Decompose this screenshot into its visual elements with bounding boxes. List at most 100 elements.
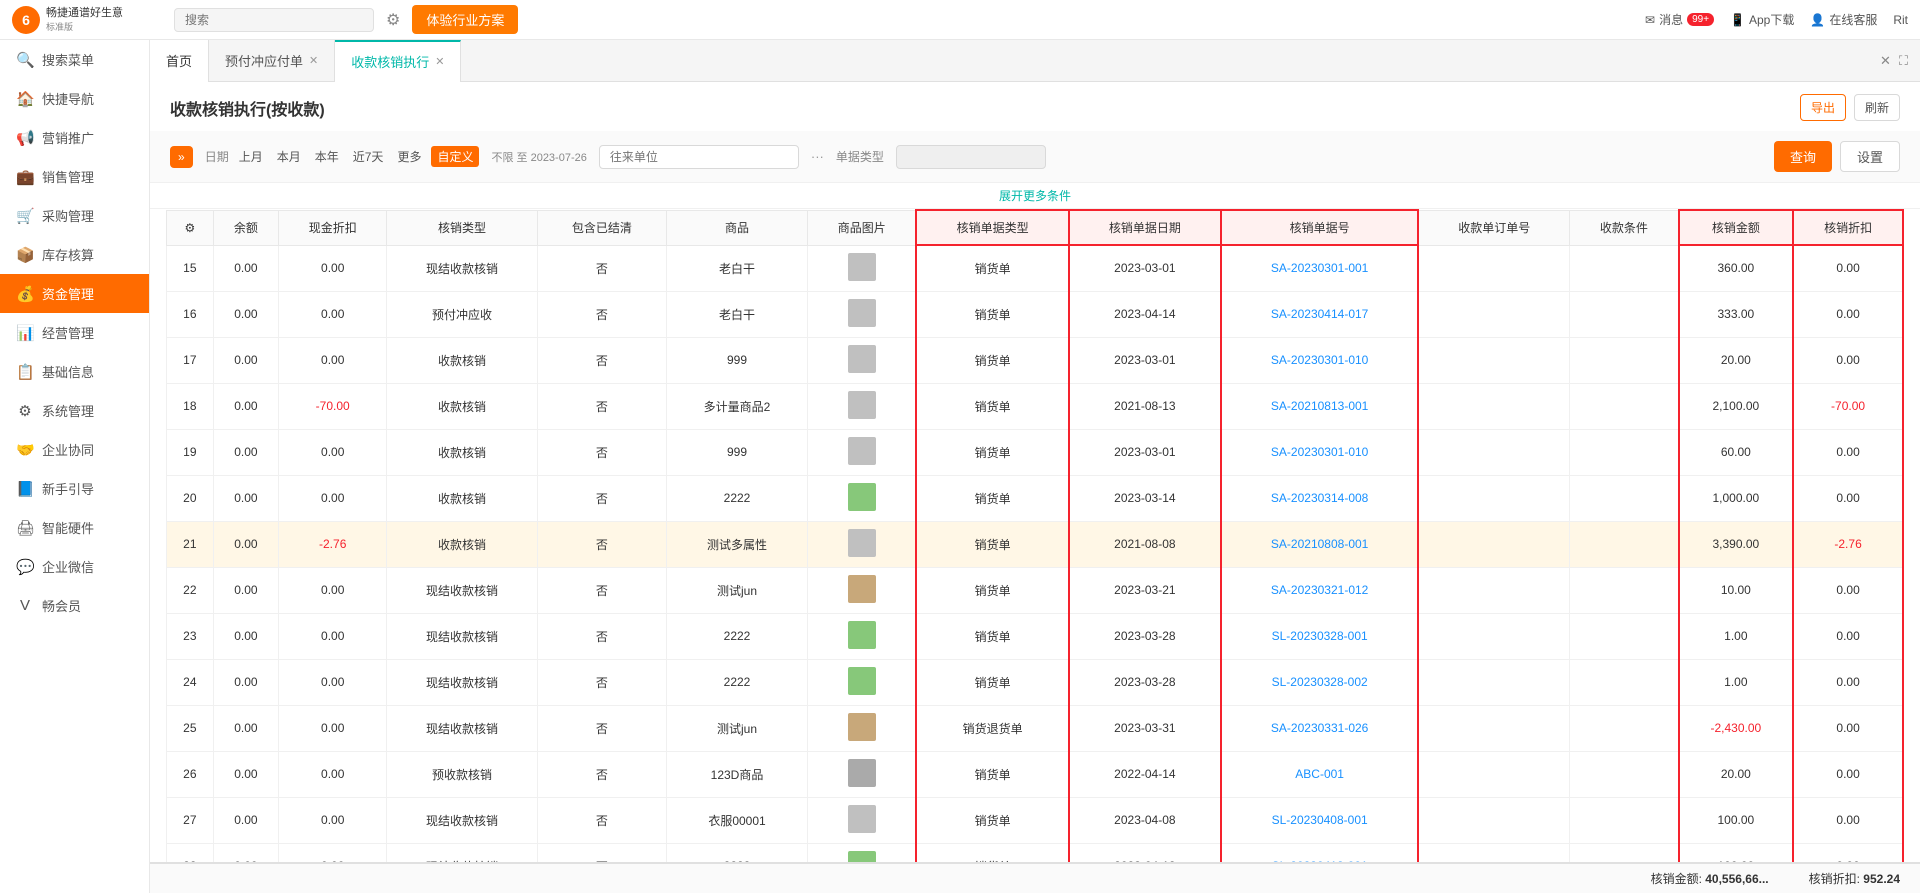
partner-input[interactable]	[599, 145, 799, 169]
sidebar-item-label: 经营管理	[42, 323, 94, 342]
sidebar-item-basic[interactable]: 📋 基础信息	[0, 352, 149, 391]
date-btn-custom[interactable]: 自定义	[431, 146, 479, 167]
sales-icon: 💼	[16, 168, 34, 186]
date-btn-this-year[interactable]: 本年	[311, 146, 343, 167]
date-btn-7days[interactable]: 近7天	[349, 146, 388, 167]
sidebar-item-guide[interactable]: 📘 新手引导	[0, 469, 149, 508]
doc-no-link[interactable]: SA-20230331-026	[1271, 721, 1368, 735]
sidebar-item-sales[interactable]: 💼 销售管理	[0, 157, 149, 196]
table-row: 28 0.00 0.00 现结收款核销 否 2222 销货单 2023-04-1…	[167, 843, 1904, 862]
sidebar-item-inventory[interactable]: 📦 库存核算	[0, 235, 149, 274]
sidebar-item-purchase[interactable]: 🛒 采购管理	[0, 196, 149, 235]
doc-no-link[interactable]: SA-20230321-012	[1271, 583, 1368, 597]
tab-prepay-label: 预付冲应付单	[225, 51, 303, 70]
sidebar-item-label: 新手引导	[42, 479, 94, 498]
message-badge: 99+	[1687, 13, 1714, 26]
date-range: 不限 至 2023-07-26	[491, 149, 586, 165]
filter-expand-arrow[interactable]: »	[170, 146, 193, 168]
table-row: 25 0.00 0.00 现结收款核销 否 测试jun 销货退货单 2023-0…	[167, 705, 1904, 751]
doc-no-link[interactable]: SL-20230328-001	[1272, 629, 1368, 643]
finance-icon: 💰	[16, 285, 34, 303]
industry-btn[interactable]: 体验行业方案	[412, 5, 518, 34]
doc-no-link[interactable]: SA-20230301-010	[1271, 353, 1368, 367]
date-options: 上月 本月 本年 近7天 更多 自定义	[235, 146, 480, 167]
hardware-icon: 🖨	[16, 519, 34, 537]
doc-no-link[interactable]: SL-20230328-002	[1272, 675, 1368, 689]
doc-no-link[interactable]: SA-20230301-001	[1271, 261, 1368, 275]
settings-btn[interactable]: 设置	[1840, 141, 1900, 172]
settings-icon[interactable]: ⚙	[386, 10, 400, 30]
message-btn[interactable]: ✉ 消息 99+	[1645, 11, 1714, 28]
receipt-type-label: 单据类型	[836, 148, 884, 165]
sidebar-item-wechat[interactable]: 💬 企业微信	[0, 547, 149, 586]
export-btn[interactable]: 导出	[1800, 94, 1846, 121]
tab-collection[interactable]: 收款核销执行 ✕	[335, 40, 461, 82]
sidebar-item-business[interactable]: 📊 经营管理	[0, 313, 149, 352]
doc-no-link[interactable]: SA-20230414-017	[1271, 307, 1368, 321]
sidebar-item-search[interactable]: 🔍 搜索菜单	[0, 40, 149, 79]
main-table: ⚙ 余额 现金折扣 核销类型 包含已结清 商品 商品图片 核销单据类型 核销单据…	[166, 209, 1904, 862]
table-container: ⚙ 余额 现金折扣 核销类型 包含已结清 商品 商品图片 核销单据类型 核销单据…	[150, 209, 1920, 893]
sidebar-item-label: 采购管理	[42, 206, 94, 225]
sidebar-item-finance[interactable]: 💰 资金管理	[0, 274, 149, 313]
sidebar-item-nav[interactable]: 🏠 快捷导航	[0, 79, 149, 118]
doc-no-link[interactable]: SL-20230408-001	[1272, 813, 1368, 827]
table-row: 15 0.00 0.00 现结收款核销 否 老白干 销货单 2023-03-01…	[167, 245, 1904, 291]
col-payment-term: 收款条件	[1570, 210, 1679, 245]
query-btn[interactable]: 查询	[1774, 141, 1832, 172]
doc-no-link[interactable]: SA-20230314-008	[1271, 491, 1368, 505]
tab-collection-close[interactable]: ✕	[435, 55, 444, 68]
date-btn-more[interactable]: 更多	[393, 146, 425, 167]
date-btn-last-month[interactable]: 上月	[235, 146, 267, 167]
close-window-icon[interactable]: ✕	[1880, 53, 1891, 69]
user-name[interactable]: Rit	[1893, 13, 1908, 27]
tab-prepay-close[interactable]: ✕	[309, 54, 318, 67]
table-wrapper[interactable]: ⚙ 余额 现金折扣 核销类型 包含已结清 商品 商品图片 核销单据类型 核销单据…	[150, 209, 1920, 862]
maximize-icon[interactable]: ⛶	[1899, 53, 1908, 69]
table-row: 20 0.00 0.00 收款核销 否 2222 销货单 2023-03-14 …	[167, 475, 1904, 521]
app-download-btn[interactable]: 📱 App下载	[1730, 11, 1794, 28]
expand-more-bar[interactable]: 展开更多条件	[150, 183, 1920, 209]
sidebar-item-hardware[interactable]: 🖨 智能硬件	[0, 508, 149, 547]
vip-icon: V	[16, 597, 34, 614]
sidebar-item-label: 基础信息	[42, 362, 94, 381]
sidebar-item-marketing[interactable]: 📢 营销推广	[0, 118, 149, 157]
tab-prepay[interactable]: 预付冲应付单 ✕	[209, 40, 335, 82]
guide-icon: 📘	[16, 480, 34, 498]
search-input[interactable]	[174, 8, 374, 32]
filter-bar: » 日期 上月 本月 本年 近7天 更多 自定义 不限 至 202	[150, 131, 1920, 183]
date-btn-this-month[interactable]: 本月	[273, 146, 305, 167]
table-row: 23 0.00 0.00 现结收款核销 否 2222 销货单 2023-03-2…	[167, 613, 1904, 659]
corp-icon: 🤝	[16, 441, 34, 459]
sidebar-item-corp[interactable]: 🤝 企业协同	[0, 430, 149, 469]
sidebar-item-vip[interactable]: V 畅会员	[0, 586, 149, 625]
table-row: 24 0.00 0.00 现结收款核销 否 2222 销货单 2023-03-2…	[167, 659, 1904, 705]
partner-more-icon[interactable]: ···	[811, 149, 824, 164]
col-settings[interactable]: ⚙	[167, 210, 214, 245]
sidebar-item-label: 系统管理	[42, 401, 94, 420]
tab-bar: 首页 预付冲应付单 ✕ 收款核销执行 ✕ ✕ ⛶	[150, 40, 1920, 82]
sidebar-item-label: 资金管理	[42, 284, 94, 303]
sidebar-item-system[interactable]: ⚙ 系统管理	[0, 391, 149, 430]
doc-no-link[interactable]: SA-20210813-001	[1271, 399, 1368, 413]
col-discount: 核销折扣	[1793, 210, 1903, 245]
receipt-type-select[interactable]	[896, 145, 1046, 169]
sidebar-item-label: 畅会员	[42, 596, 81, 615]
table-row: 27 0.00 0.00 现结收款核销 否 衣服00001 销货单 2023-0…	[167, 797, 1904, 843]
marketing-icon: 📢	[16, 129, 34, 147]
top-right: ✉ 消息 99+ 📱 App下载 👤 在线客服 Rit	[1645, 11, 1908, 28]
expand-more-label[interactable]: 展开更多条件	[999, 189, 1071, 203]
refresh-btn[interactable]: 刷新	[1854, 94, 1900, 121]
online-service-btn[interactable]: 👤 在线客服	[1810, 11, 1877, 28]
tab-home[interactable]: 首页	[150, 40, 209, 82]
doc-no-link[interactable]: SA-20210808-001	[1271, 537, 1368, 551]
col-cash-discount: 现金折扣	[279, 210, 387, 245]
doc-no-link[interactable]: ABC-001	[1295, 767, 1344, 781]
date-label: 日期	[205, 148, 229, 165]
col-amount: 核销金额	[1679, 210, 1794, 245]
top-bar: 6 畅捷通谱好生意 标准版 ⚙ 体验行业方案 ✉ 消息 99+ 📱 App下载 …	[0, 0, 1920, 40]
table-row: 26 0.00 0.00 预收款核销 否 123D商品 销货单 2022-04-…	[167, 751, 1904, 797]
doc-no-link[interactable]: SA-20230301-010	[1271, 445, 1368, 459]
date-filter-group: 日期 上月 本月 本年 近7天 更多 自定义	[205, 146, 480, 167]
basic-icon: 📋	[16, 363, 34, 381]
